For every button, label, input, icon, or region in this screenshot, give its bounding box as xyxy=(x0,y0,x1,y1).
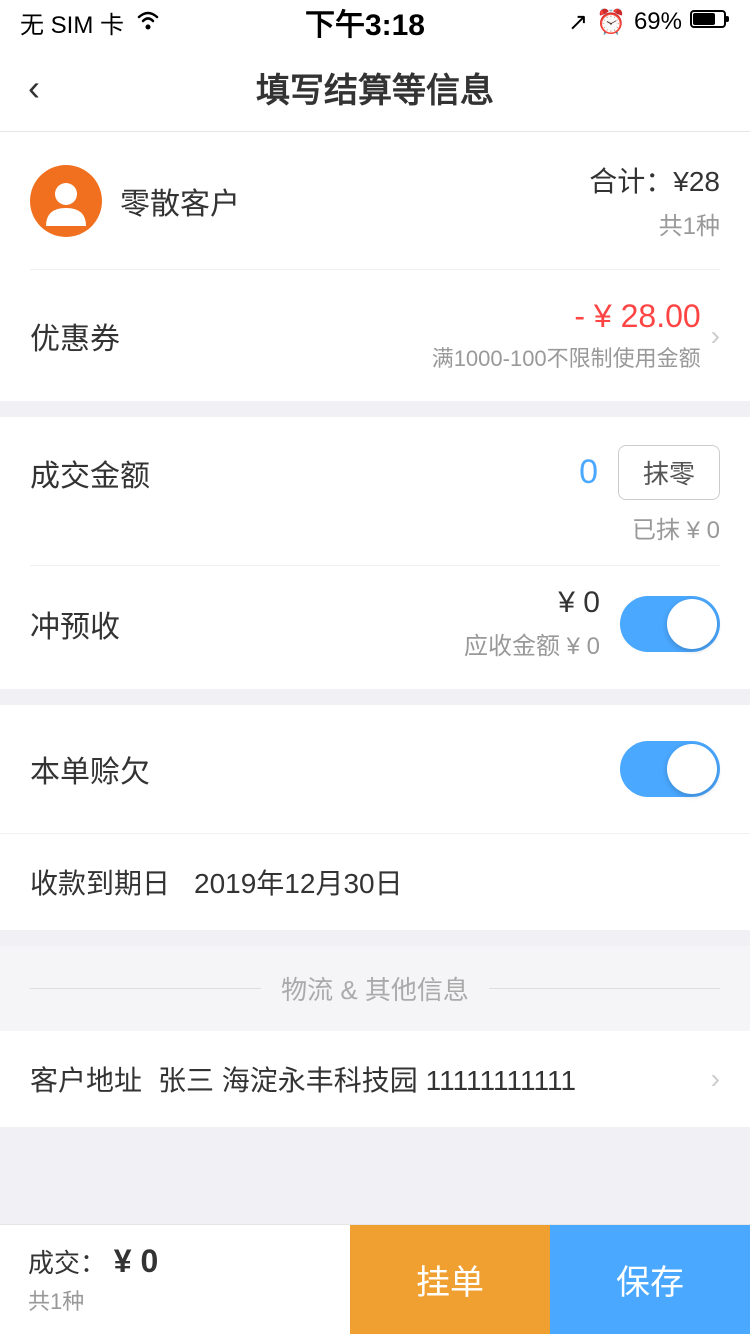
bottom-deal-label: 成交： xyxy=(28,1248,106,1278)
customer-right: 合计：¥28 共1种 xyxy=(589,160,720,241)
coupon-chevron-icon: › xyxy=(711,320,720,352)
customer-name: 零散客户 xyxy=(120,179,240,223)
debt-label: 本单赊欠 xyxy=(30,747,150,791)
nav-bar: ‹ 填写结算等信息 xyxy=(0,44,750,132)
charge-amount-block: ¥ 0 应收金额 ¥ 0 xyxy=(464,586,600,661)
customer-left: 零散客户 xyxy=(30,165,240,237)
round-button[interactable]: 抹零 xyxy=(618,445,720,500)
customer-total: 合计：¥28 xyxy=(589,160,720,200)
status-left: 无 SIM 卡 xyxy=(20,5,162,40)
debt-row: 本单赊欠 xyxy=(0,705,750,833)
debt-toggle-knob xyxy=(667,744,717,794)
status-time: 下午3:18 xyxy=(305,0,425,44)
amount-section: 成交金额 0 抹零 已抹 ¥ 0 xyxy=(0,417,750,565)
hang-button[interactable]: 挂单 xyxy=(350,1225,550,1334)
back-button[interactable]: ‹ xyxy=(28,67,40,109)
address-label: 客户地址 xyxy=(30,1059,142,1099)
debt-card: 本单赊欠 收款到期日 2019年12月30日 xyxy=(0,705,750,930)
toggle-knob xyxy=(667,599,717,649)
amount-label: 成交金额 xyxy=(30,451,150,495)
location-icon: ↗ xyxy=(568,8,588,37)
logistics-label: 物流 & 其他信息 xyxy=(281,970,469,1007)
coupon-row[interactable]: 优惠券 - ¥ 28.00 满1000-100不限制使用金额 › xyxy=(0,270,750,401)
charge-amount: ¥ 0 xyxy=(464,586,600,620)
customer-avatar xyxy=(30,165,102,237)
page-title: 填写结算等信息 xyxy=(256,63,494,112)
customer-row: 零散客户 合计：¥28 共1种 xyxy=(0,132,750,269)
debt-toggle[interactable] xyxy=(620,741,720,797)
charge-toggle[interactable] xyxy=(620,596,720,652)
logistics-line-left xyxy=(30,988,261,989)
customer-count: 共1种 xyxy=(589,206,720,241)
coupon-amount: - ¥ 28.00 xyxy=(432,298,701,335)
alarm-icon: ⏰ xyxy=(596,8,626,37)
bottom-bar: 成交： ¥ 0 共1种 挂单 保存 xyxy=(0,1224,750,1334)
charge-label: 冲预收 xyxy=(30,602,120,646)
coupon-label: 优惠券 xyxy=(30,314,120,358)
battery-icon xyxy=(690,8,730,37)
customer-card: 零散客户 合计：¥28 共1种 优惠券 - ¥ 28.00 满1000-100不… xyxy=(0,132,750,401)
bottom-deal-amount: ¥ 0 xyxy=(114,1243,158,1279)
amount-card: 成交金额 0 抹零 已抹 ¥ 0 冲预收 ¥ 0 应收金额 ¥ 0 xyxy=(0,417,750,689)
content-area: 零散客户 合计：¥28 共1种 优惠券 - ¥ 28.00 满1000-100不… xyxy=(0,132,750,1303)
coupon-detail: - ¥ 28.00 满1000-100不限制使用金额 xyxy=(432,298,701,373)
charge-sub: 应收金额 ¥ 0 xyxy=(464,626,600,661)
charge-section: 冲预收 ¥ 0 应收金额 ¥ 0 xyxy=(0,565,750,689)
logistics-divider: 物流 & 其他信息 xyxy=(0,946,750,1031)
duedate-value: 2019年12月30日 xyxy=(194,862,403,902)
no-sim-text: 无 SIM 卡 xyxy=(20,5,124,40)
coupon-right: - ¥ 28.00 满1000-100不限制使用金额 › xyxy=(432,298,720,373)
charge-right: ¥ 0 应收金额 ¥ 0 xyxy=(464,586,720,661)
wifi-icon xyxy=(134,8,162,37)
duedate-row: 收款到期日 2019年12月30日 xyxy=(0,833,750,930)
bottom-deal-row: 成交： ¥ 0 xyxy=(28,1243,322,1280)
logistics-line-right xyxy=(489,988,720,989)
amount-sub: 已抹 ¥ 0 xyxy=(30,510,720,565)
address-value: 张三 海淀永丰科技园 11111111111 xyxy=(158,1059,695,1099)
coupon-desc: 满1000-100不限制使用金额 xyxy=(432,341,701,373)
charge-row: 冲预收 ¥ 0 应收金额 ¥ 0 xyxy=(30,565,720,689)
address-card: 客户地址 张三 海淀永丰科技园 11111111111 › xyxy=(0,1031,750,1127)
bottom-info: 成交： ¥ 0 共1种 xyxy=(0,1225,350,1334)
bottom-count: 共1种 xyxy=(28,1284,322,1316)
status-right: ↗ ⏰ 69% xyxy=(568,8,730,37)
amount-value[interactable]: 0 xyxy=(579,453,598,492)
battery-text: 69% xyxy=(634,8,682,36)
save-button[interactable]: 保存 xyxy=(550,1225,750,1334)
status-bar: 无 SIM 卡 下午3:18 ↗ ⏰ 69% xyxy=(0,0,750,44)
duedate-label: 收款到期日 xyxy=(30,862,170,902)
address-chevron-icon: › xyxy=(711,1063,720,1095)
amount-row: 成交金额 0 抹零 xyxy=(30,417,720,510)
address-row[interactable]: 客户地址 张三 海淀永丰科技园 11111111111 › xyxy=(0,1031,750,1127)
amount-right: 0 抹零 xyxy=(579,445,720,500)
